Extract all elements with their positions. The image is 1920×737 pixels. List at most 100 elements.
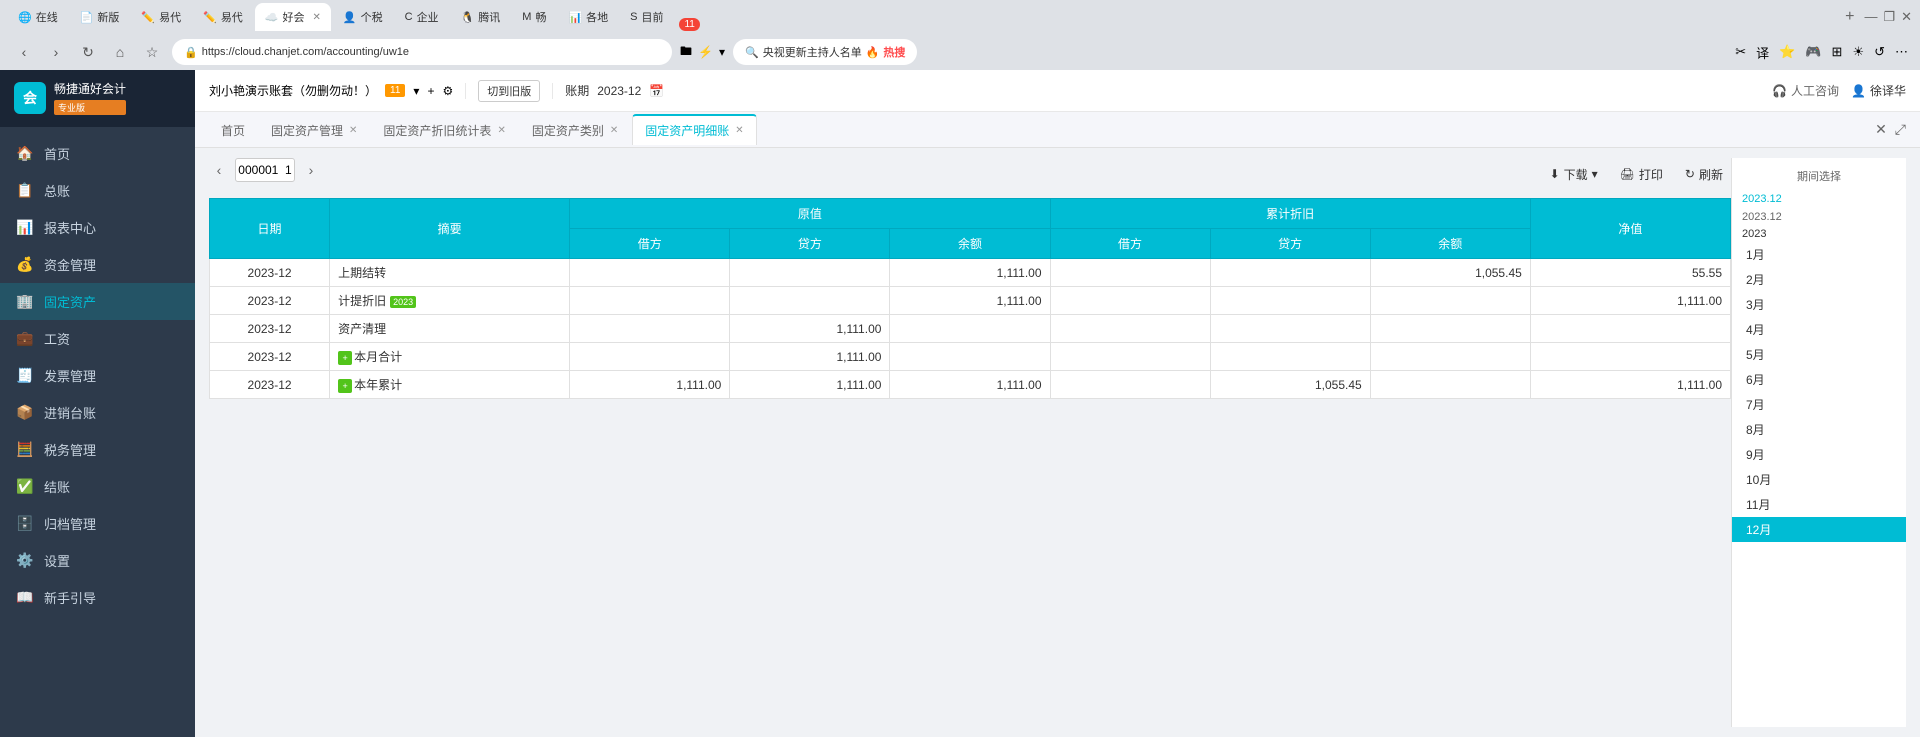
- browser-tab-yidai2[interactable]: ✏️易代: [193, 3, 253, 31]
- period-month-9[interactable]: 9月: [1732, 442, 1906, 467]
- home-button[interactable]: ⌂: [108, 40, 132, 64]
- page-tab-home[interactable]: 首页: [209, 116, 257, 145]
- refresh-btn[interactable]: ↻ 刷新: [1677, 162, 1731, 187]
- sidebar-item-home[interactable]: 🏠首页: [0, 135, 195, 172]
- user-info[interactable]: 👤 徐译华: [1851, 82, 1906, 99]
- sun-icon[interactable]: ☀: [1852, 44, 1864, 60]
- tab-close-haohao[interactable]: ✕: [313, 12, 321, 23]
- tab-close-btn[interactable]: ✕: [1875, 121, 1887, 138]
- account-badge[interactable]: 11: [385, 84, 405, 97]
- translate-icon[interactable]: 译: [1756, 43, 1769, 62]
- browser-tab-chang[interactable]: M畅: [512, 3, 556, 31]
- browser-tab-geshui[interactable]: 👤个税: [333, 3, 393, 31]
- browser-tab-haohao[interactable]: ☁️好会✕: [255, 3, 331, 31]
- browser-tab-zaixian[interactable]: 🌐在线: [8, 3, 68, 31]
- search-text: 央视更新主持人名单: [763, 44, 862, 60]
- bookmark-button[interactable]: ☆: [140, 40, 164, 64]
- add-account-icon[interactable]: +: [427, 84, 434, 98]
- browser-ext1[interactable]: 🖿: [680, 42, 692, 63]
- settings-icon[interactable]: ⚙: [442, 84, 453, 98]
- period-month-8[interactable]: 8月: [1732, 417, 1906, 442]
- page-tab-fixed-assets-mgmt[interactable]: 固定资产管理✕: [259, 116, 369, 145]
- scissors-icon[interactable]: ✂: [1735, 44, 1746, 60]
- page-tab-fixed-assets-depreciation[interactable]: 固定资产折旧统计表✕: [371, 116, 517, 145]
- sidebar-item-invoice[interactable]: 🧾发票管理: [0, 357, 195, 394]
- app-container: 会 畅捷通好会计 专业版 🏠首页📋总账📊报表中心💰资金管理🏢固定资产💼工资🧾发票…: [0, 70, 1920, 737]
- sidebar-item-reports[interactable]: 📊报表中心: [0, 209, 195, 246]
- sidebar-item-fixed-assets[interactable]: 🏢固定资产: [0, 283, 195, 320]
- page-tab-close-fixed-assets-ledger[interactable]: ✕: [735, 125, 743, 136]
- browser-ext3[interactable]: ▾: [719, 45, 725, 59]
- switch-version-btn[interactable]: 切到旧版: [478, 80, 540, 102]
- browser-tab-mubiao[interactable]: S目前: [620, 3, 673, 31]
- sidebar-logo: 会 畅捷通好会计 专业版: [0, 70, 195, 127]
- forward-button[interactable]: ›: [44, 40, 68, 64]
- sidebar-item-guide[interactable]: 📖新手引导: [0, 579, 195, 616]
- period-month-11[interactable]: 11月: [1732, 492, 1906, 517]
- browser-tab-qiye[interactable]: C企业: [395, 3, 449, 31]
- table-row[interactable]: 2023-12 计提折旧2023 1,111.00 1,111.00: [210, 287, 1731, 315]
- period-month-10[interactable]: 10月: [1732, 467, 1906, 492]
- tab-label-yidai1: 易代: [159, 9, 181, 25]
- grid-icon[interactable]: ⊞: [1832, 44, 1843, 60]
- page-tab-fixed-assets-ledger[interactable]: 固定资产明细账✕: [632, 114, 756, 145]
- calendar-icon[interactable]: 📅: [649, 84, 664, 98]
- period-month-1[interactable]: 1月: [1732, 242, 1906, 267]
- prev-record-btn[interactable]: ‹: [209, 160, 229, 180]
- browser-tab-tengxun[interactable]: 🐧腾讯: [451, 3, 511, 31]
- help-btn[interactable]: 🎧 人工咨询: [1772, 82, 1839, 99]
- back-button[interactable]: ‹: [12, 40, 36, 64]
- table-row[interactable]: 2023-12 资产清理 1,111.00: [210, 315, 1731, 343]
- page-tab-close-fixed-assets-mgmt[interactable]: ✕: [349, 125, 357, 136]
- sidebar-item-salary[interactable]: 💼工资: [0, 320, 195, 357]
- sidebar-item-settlement[interactable]: ✅结账: [0, 468, 195, 505]
- period-month-12[interactable]: 12月: [1732, 517, 1906, 542]
- dropdown-icon[interactable]: ▾: [413, 84, 419, 98]
- sidebar-item-funds[interactable]: 💰资金管理: [0, 246, 195, 283]
- cell-summary-0: 上期结转: [330, 259, 570, 287]
- next-record-btn[interactable]: ›: [301, 160, 321, 180]
- browser-close-btn[interactable]: ✕: [1901, 9, 1912, 25]
- undo-icon[interactable]: ↺: [1874, 44, 1885, 60]
- table-row[interactable]: 2023-12 上期结转 1,111.00 1,055.45 55.55: [210, 259, 1731, 287]
- sidebar-item-inventory[interactable]: 📦进销台账: [0, 394, 195, 431]
- period-month-6[interactable]: 6月: [1732, 367, 1906, 392]
- browser-max-btn[interactable]: ❐: [1883, 9, 1895, 25]
- star-icon[interactable]: ⭐: [1779, 44, 1795, 60]
- tab-window-btns: ✕ ⤢: [1875, 121, 1906, 138]
- sidebar-item-tax[interactable]: 🧮税务管理: [0, 431, 195, 468]
- browser-tab-xinban[interactable]: 📄新版: [70, 3, 130, 31]
- page-tab-close-fixed-assets-category[interactable]: ✕: [610, 125, 618, 136]
- period-month-3[interactable]: 3月: [1732, 292, 1906, 317]
- download-btn[interactable]: ⬇ 下载 ▾: [1542, 162, 1606, 187]
- new-tab-button[interactable]: +: [1841, 8, 1858, 26]
- period-month-5[interactable]: 5月: [1732, 342, 1906, 367]
- page-tab-fixed-assets-category[interactable]: 固定资产类别✕: [520, 116, 630, 145]
- search-box[interactable]: 🔍 央视更新主持人名单 🔥 热搜: [733, 39, 917, 65]
- tab-expand-btn[interactable]: ⤢: [1895, 121, 1906, 138]
- record-input[interactable]: [235, 158, 295, 182]
- sidebar-item-settings[interactable]: ⚙️设置: [0, 542, 195, 579]
- period-date-1[interactable]: 2023.12: [1732, 208, 1906, 226]
- period-month-7[interactable]: 7月: [1732, 392, 1906, 417]
- notification-badge[interactable]: 11: [679, 18, 699, 31]
- page-tab-close-fixed-assets-depreciation[interactable]: ✕: [497, 125, 505, 136]
- sidebar-item-ledger[interactable]: 📋总账: [0, 172, 195, 209]
- period-month-4[interactable]: 4月: [1732, 317, 1906, 342]
- game-icon[interactable]: 🎮: [1805, 44, 1821, 60]
- url-input[interactable]: 🔒 https://cloud.chanjet.com/accounting/u…: [172, 39, 672, 65]
- table-row[interactable]: 2023-12 +本月合计 1,111.00: [210, 343, 1731, 371]
- tab-favicon-zaixian: 🌐: [18, 11, 32, 24]
- period-month-2[interactable]: 2月: [1732, 267, 1906, 292]
- browser-ext2[interactable]: ⚡: [698, 45, 713, 59]
- period-date-0[interactable]: 2023.12: [1732, 190, 1906, 208]
- nav-icon-tax: 🧮: [16, 440, 34, 458]
- browser-min-btn[interactable]: —: [1864, 9, 1877, 25]
- reload-button[interactable]: ↻: [76, 40, 100, 64]
- more-icon[interactable]: ⋯: [1895, 44, 1908, 60]
- browser-tab-gedi[interactable]: 📊各地: [558, 3, 618, 31]
- print-btn[interactable]: 🖨 打印: [1612, 162, 1671, 187]
- sidebar-item-archive[interactable]: 🗄️归档管理: [0, 505, 195, 542]
- table-row[interactable]: 2023-12 +本年累计 1,111.00 1,111.00 1,111.00…: [210, 371, 1731, 399]
- browser-tab-yidai1[interactable]: ✏️易代: [131, 3, 191, 31]
